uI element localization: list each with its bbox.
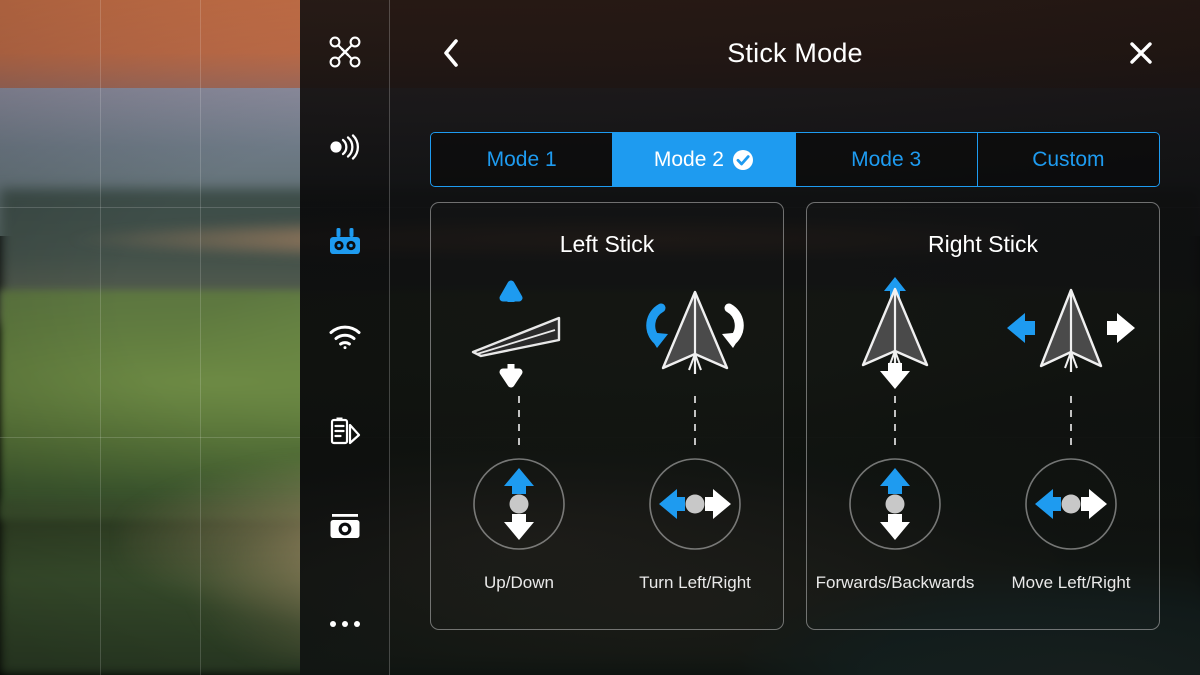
sidebar bbox=[300, 0, 390, 675]
more-icon bbox=[328, 616, 362, 634]
sidebar-item-sensing[interactable] bbox=[319, 123, 371, 175]
axis-label: Move Left/Right bbox=[1011, 573, 1131, 592]
page-title: Stick Mode bbox=[727, 38, 863, 68]
axis-up-down: Up/Down bbox=[431, 258, 607, 600]
tab-label: Mode 3 bbox=[851, 147, 922, 171]
joystick-horizontal-icon bbox=[647, 456, 743, 557]
aircraft-top-view-roll-icon bbox=[1001, 272, 1141, 394]
sensing-icon bbox=[328, 134, 362, 165]
sidebar-item-aircraft[interactable] bbox=[319, 28, 371, 80]
tab-mode-3[interactable]: Mode 3 bbox=[795, 133, 978, 186]
tab-custom[interactable]: Custom bbox=[977, 133, 1159, 186]
gridline-vertical-1 bbox=[100, 0, 101, 675]
axis-label: Forwards/Backwards bbox=[815, 573, 975, 592]
axis-forwards-backwards: Forwards/Backwards bbox=[807, 258, 983, 600]
sidebar-item-camera[interactable] bbox=[319, 504, 371, 556]
remote-controller-icon bbox=[328, 226, 362, 263]
axis-label: Turn Left/Right bbox=[639, 573, 751, 592]
aircraft-top-view-yaw-icon bbox=[627, 272, 763, 394]
axis-move-left-right: Move Left/Right bbox=[983, 258, 1159, 600]
check-circle-icon bbox=[732, 149, 754, 171]
gridline-vertical-2 bbox=[200, 0, 201, 675]
sidebar-item-more[interactable] bbox=[319, 599, 371, 651]
axis-connector-line bbox=[694, 396, 696, 448]
right-stick-card: Right Stick Forwards/Backwards Move Left… bbox=[806, 202, 1160, 630]
axis-connector-line bbox=[1070, 396, 1072, 448]
close-button[interactable] bbox=[1120, 34, 1162, 76]
tab-mode-2[interactable]: Mode 2 bbox=[613, 133, 796, 186]
sidebar-item-transmission[interactable] bbox=[319, 313, 371, 365]
stick-mode-panel: Stick Mode Mode 1 Mode 2 Mode 3 Custom L… bbox=[390, 0, 1200, 675]
stick-cards: Left Stick Up/Down Turn Left/Right Right… bbox=[430, 202, 1160, 630]
axis-turn-left-right: Turn Left/Right bbox=[607, 258, 783, 600]
aircraft-top-view-pitch-icon bbox=[839, 272, 951, 394]
app-root: Stick Mode Mode 1 Mode 2 Mode 3 Custom L… bbox=[0, 0, 1200, 675]
sidebar-item-remote-controller[interactable] bbox=[319, 218, 371, 270]
joystick-horizontal-icon bbox=[1023, 456, 1119, 557]
joystick-vertical-icon bbox=[847, 456, 943, 557]
camera-icon bbox=[328, 512, 362, 547]
tab-mode-1[interactable]: Mode 1 bbox=[431, 133, 614, 186]
tab-label: Mode 2 bbox=[653, 147, 724, 171]
tab-label: Mode 1 bbox=[486, 147, 557, 171]
left-stick-title: Left Stick bbox=[559, 231, 655, 257]
sidebar-item-battery[interactable] bbox=[319, 409, 371, 461]
battery-icon bbox=[328, 416, 362, 453]
mode-tabs: Mode 1 Mode 2 Mode 3 Custom bbox=[430, 132, 1160, 187]
joystick-vertical-icon bbox=[471, 456, 567, 557]
close-icon bbox=[1128, 40, 1154, 71]
axis-connector-line bbox=[518, 396, 520, 448]
aircraft-side-view-icon bbox=[463, 272, 575, 394]
left-stick-card: Left Stick Up/Down Turn Left/Right bbox=[430, 202, 784, 630]
drone-icon bbox=[328, 35, 362, 74]
axis-label: Up/Down bbox=[484, 573, 554, 592]
tab-label: Custom bbox=[1032, 147, 1105, 171]
axis-connector-line bbox=[894, 396, 896, 448]
panel-header: Stick Mode bbox=[390, 0, 1200, 110]
right-stick-title: Right Stick bbox=[928, 231, 1038, 257]
wifi-icon bbox=[328, 324, 362, 355]
